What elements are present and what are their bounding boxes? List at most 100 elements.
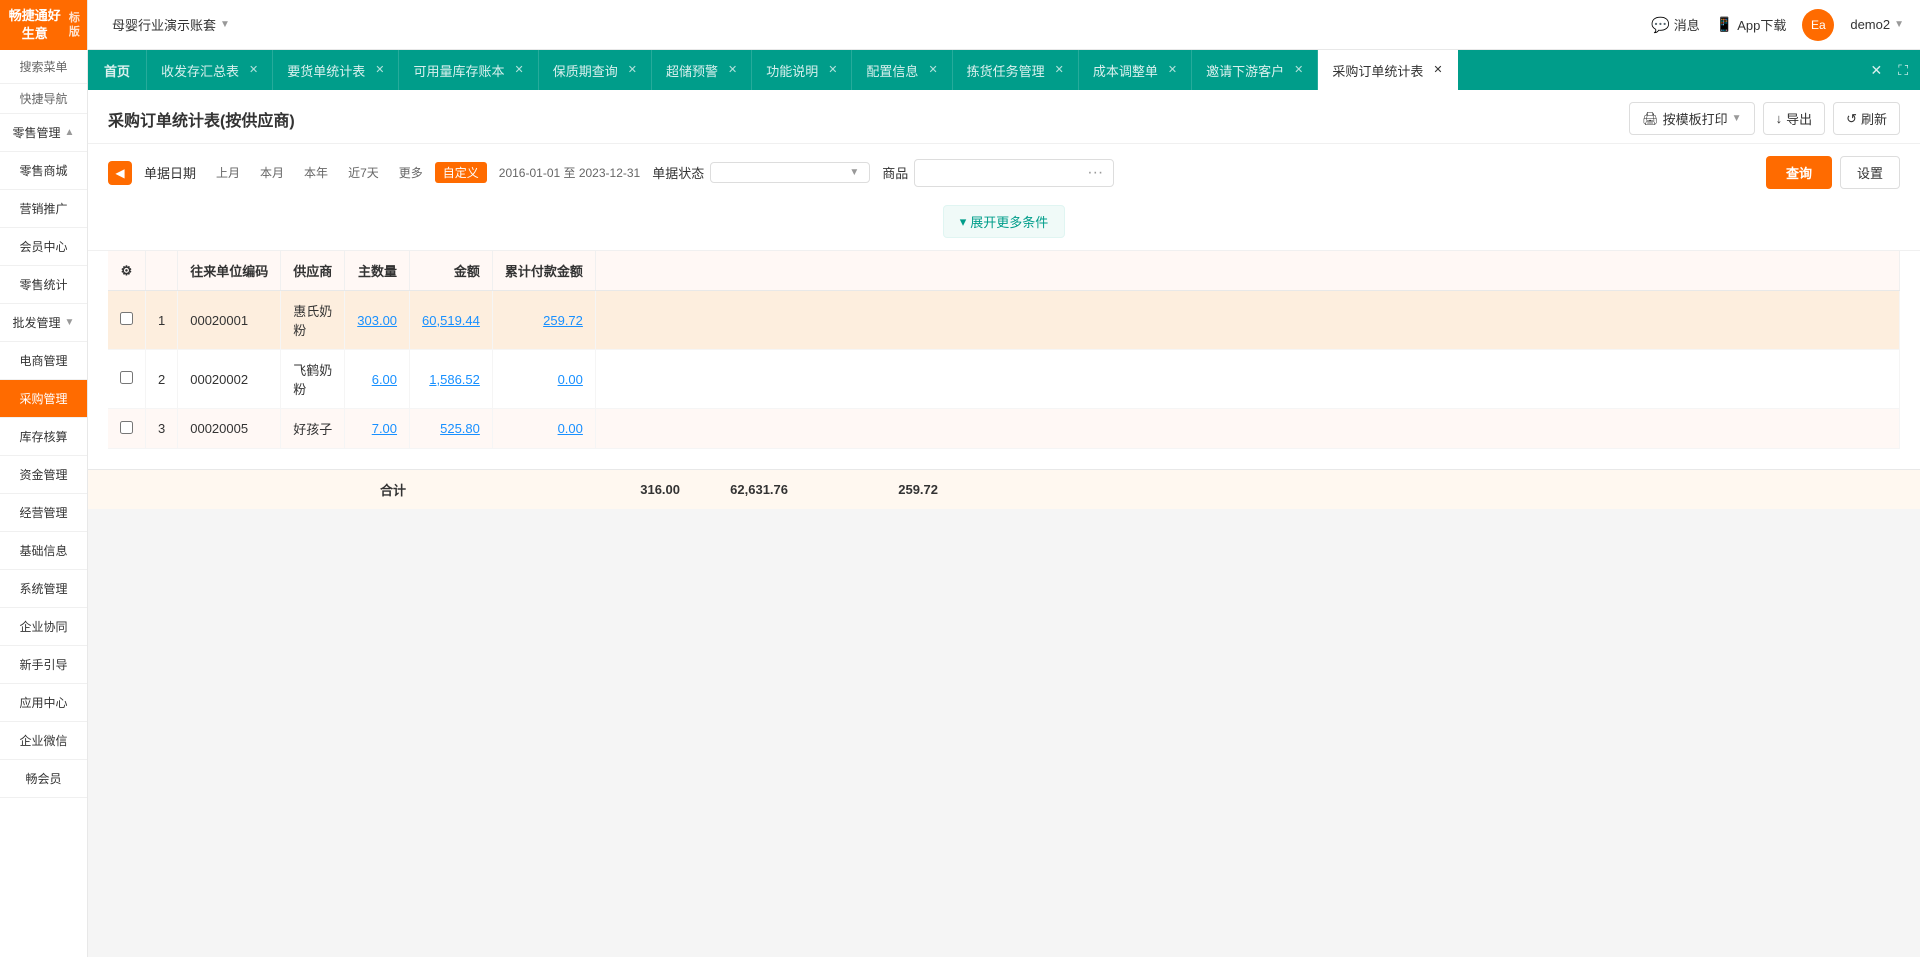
sidebar-item-system[interactable]: 系统管理 — [0, 570, 87, 608]
app-download-btn[interactable]: 📱 App下载 — [1716, 15, 1787, 34]
account-dropdown[interactable]: 母婴行业演示账套 ▼ — [104, 11, 238, 38]
row-quantity[interactable]: 303.00 — [345, 291, 410, 350]
date-option-more[interactable]: 更多 — [391, 162, 431, 183]
row-checkbox[interactable] — [108, 350, 146, 409]
action-buttons: 查询 设置 — [1766, 156, 1900, 189]
table-container: ⚙ 往来单位编码 供应商 主数量 金额 累计付款金额 — [88, 251, 1920, 469]
tab-close-pick-task[interactable]: ✕ — [1055, 65, 1064, 76]
date-option-this-year[interactable]: 本年 — [296, 162, 336, 183]
col-settings[interactable]: ⚙ — [108, 251, 146, 291]
col-supplier: 供应商 — [281, 251, 345, 291]
sidebar-search-menu[interactable]: 搜索菜单 — [0, 50, 87, 84]
tab-maximize-btn[interactable]: ⛶ — [1894, 58, 1912, 83]
tab-overstock-alert[interactable]: 超储预警 ✕ — [652, 50, 752, 90]
goods-input-more[interactable]: ··· — [1087, 164, 1103, 182]
row-amount[interactable]: 60,519.44 — [410, 291, 493, 350]
message-btn[interactable]: 💬 消息 — [1651, 15, 1700, 34]
status-select-arrow: ▼ — [849, 167, 859, 178]
tab-close-available-stock[interactable]: ✕ — [515, 65, 524, 76]
row-amount[interactable]: 1,586.52 — [410, 350, 493, 409]
expand-more-button[interactable]: ▾ 展开更多条件 — [943, 205, 1066, 238]
tab-shelf-life[interactable]: 保质期查询 ✕ — [539, 50, 652, 90]
column-settings-icon[interactable]: ⚙ — [121, 263, 133, 278]
goods-input[interactable]: ··· — [914, 159, 1114, 187]
content-area: 采购订单统计表(按供应商) 🖨 按模板打印 ▼ ↓ 导出 ↺ 刷新 — [88, 90, 1920, 957]
sidebar-quick-nav[interactable]: 快捷导航 — [0, 84, 87, 114]
tab-available-stock[interactable]: 可用量库存账本 ✕ — [399, 50, 538, 90]
date-option-this-month[interactable]: 本月 — [252, 162, 292, 183]
sidebar-item-basics[interactable]: 基础信息 — [0, 532, 87, 570]
sidebar-item-vip[interactable]: 畅会员 — [0, 760, 87, 798]
sidebar-item-wechat[interactable]: 企业微信 — [0, 722, 87, 760]
sidebar-item-operations[interactable]: 经营管理 — [0, 494, 87, 532]
tab-close-requisition-summary[interactable]: ✕ — [375, 65, 384, 76]
tab-close-receive-summary[interactable]: ✕ — [249, 65, 258, 76]
row-seq: 1 — [146, 291, 178, 350]
tab-close-invite-downstream[interactable]: ✕ — [1294, 65, 1303, 76]
tab-cost-adjust[interactable]: 成本调整单 ✕ — [1079, 50, 1192, 90]
tab-pick-task[interactable]: 拣货任务管理 ✕ — [953, 50, 1079, 90]
row-code: 00020002 — [178, 350, 281, 409]
status-select[interactable]: ▼ — [710, 162, 870, 183]
tab-config-info[interactable]: 配置信息 ✕ — [852, 50, 952, 90]
tab-close-shelf-life[interactable]: ✕ — [628, 65, 637, 76]
sidebar-item-retail-stats[interactable]: 零售统计 — [0, 266, 87, 304]
sidebar-item-newguide[interactable]: 新手引导 — [0, 646, 87, 684]
tab-function-desc[interactable]: 功能说明 ✕ — [752, 50, 852, 90]
sidebar-item-stock[interactable]: 库存核算 — [0, 418, 87, 456]
user-avatar[interactable]: Ea — [1802, 9, 1834, 41]
tab-purchase-summary[interactable]: 采购订单统计表 ✕ — [1318, 50, 1457, 90]
row-checkbox[interactable] — [108, 409, 146, 449]
query-button[interactable]: 查询 — [1766, 156, 1832, 189]
row-extra — [595, 350, 1899, 409]
row-amount[interactable]: 525.80 — [410, 409, 493, 449]
sidebar-item-wholesale[interactable]: 批发管理 ▼ — [0, 304, 87, 342]
sidebar-item-retail-shop[interactable]: 零售商城 — [0, 152, 87, 190]
refresh-button[interactable]: ↺ 刷新 — [1833, 102, 1900, 135]
tab-home[interactable]: 首页 — [88, 50, 147, 90]
username-btn[interactable]: demo2 ▼ — [1850, 17, 1904, 32]
tab-close-function-desc[interactable]: ✕ — [828, 65, 837, 76]
filter-collapse-button[interactable]: ◀ — [108, 161, 132, 185]
tabbar-end-controls: ✕ ⛶ — [1858, 50, 1920, 90]
sidebar-item-member[interactable]: 会员中心 — [0, 228, 87, 266]
retail-arrow-icon: ▲ — [65, 127, 75, 138]
settings-button[interactable]: 设置 — [1840, 156, 1900, 189]
tab-requisition-summary[interactable]: 要货单统计表 ✕ — [273, 50, 399, 90]
tab-close-config-info[interactable]: ✕ — [928, 65, 937, 76]
date-filter-label: 单据日期 — [144, 163, 196, 182]
row-paid[interactable]: 0.00 — [492, 350, 595, 409]
export-button[interactable]: ↓ 导出 — [1763, 102, 1826, 135]
date-option-custom[interactable]: 自定义 — [435, 162, 487, 183]
date-option-7days[interactable]: 近7天 — [340, 162, 387, 183]
tab-receive-summary[interactable]: 收发存汇总表 ✕ — [147, 50, 273, 90]
row-paid[interactable]: 259.72 — [492, 291, 595, 350]
row-checkbox[interactable] — [108, 291, 146, 350]
sidebar-item-enterprise[interactable]: 企业协同 — [0, 608, 87, 646]
table-row[interactable]: 1 00020001 惠氏奶粉 303.00 60,519.44 259.72 — [108, 291, 1900, 350]
tab-close-cost-adjust[interactable]: ✕ — [1168, 65, 1177, 76]
date-option-last-month[interactable]: 上月 — [208, 162, 248, 183]
tab-invite-downstream[interactable]: 邀请下游客户 ✕ — [1192, 50, 1318, 90]
sidebar-item-retail[interactable]: 零售管理 ▲ — [0, 114, 87, 152]
status-filter-label: 单据状态 — [652, 163, 704, 182]
tab-close-purchase-summary[interactable]: ✕ — [1433, 65, 1442, 76]
expand-down-icon: ▾ — [960, 214, 967, 230]
row-paid[interactable]: 0.00 — [492, 409, 595, 449]
sidebar-item-ecommerce[interactable]: 电商管理 — [0, 342, 87, 380]
tab-close-all-btn[interactable]: ✕ — [1866, 58, 1886, 83]
sidebar-item-appcenter[interactable]: 应用中心 — [0, 684, 87, 722]
tab-close-overstock-alert[interactable]: ✕ — [728, 65, 737, 76]
collapse-arrow-icon: ◀ — [115, 166, 124, 180]
row-quantity[interactable]: 7.00 — [345, 409, 410, 449]
table-row[interactable]: 2 00020002 飞鹤奶粉 6.00 1,586.52 0.00 — [108, 350, 1900, 409]
col-paid: 累计付款金额 — [492, 251, 595, 291]
row-quantity[interactable]: 6.00 — [345, 350, 410, 409]
sidebar-item-finance[interactable]: 资金管理 — [0, 456, 87, 494]
print-button[interactable]: 🖨 按模板打印 ▼ — [1629, 102, 1754, 135]
date-range-display: 2016-01-01 至 2023-12-31 — [499, 164, 640, 181]
table-row[interactable]: 3 00020005 好孩子 7.00 525.80 0.00 — [108, 409, 1900, 449]
sidebar-item-marketing[interactable]: 营销推广 — [0, 190, 87, 228]
sidebar-item-purchase[interactable]: 采购管理 — [0, 380, 87, 418]
footer-quantity: 316.00 — [580, 482, 680, 497]
